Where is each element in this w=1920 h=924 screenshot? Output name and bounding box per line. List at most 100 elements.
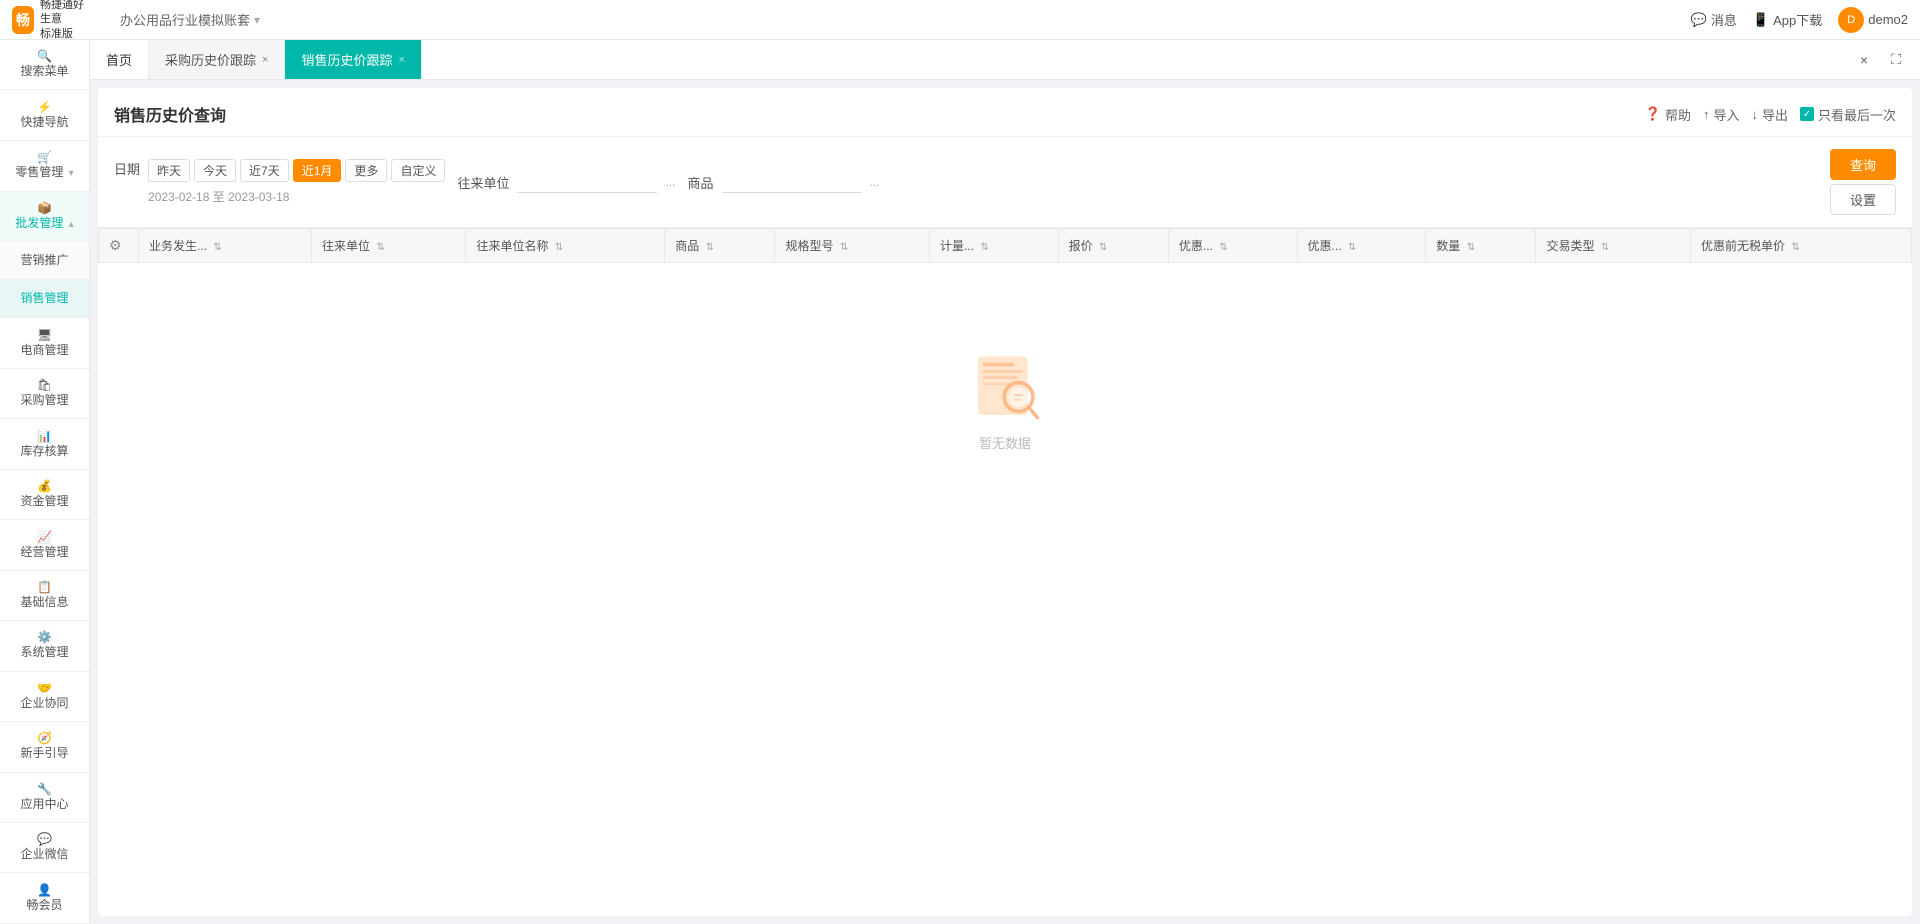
sidebar-item-system[interactable]: ⚙️ 系统管理 — [0, 621, 89, 671]
sidebar-item-sales-mgmt[interactable]: 销售管理 — [0, 280, 89, 318]
checkbox-icon: ✓ — [1800, 107, 1814, 121]
tab-close-sales[interactable]: × — [398, 54, 404, 66]
settings-button[interactable]: 设置 — [1830, 184, 1896, 215]
sidebar-item-guide[interactable]: 🧭 新手引导 — [0, 722, 89, 772]
goods-dots: ... — [870, 175, 880, 189]
column-settings-btn[interactable]: ⚙ — [109, 237, 122, 254]
sidebar-item-retail[interactable]: 🛒 零售管理 ▾ — [0, 141, 89, 192]
system-icon: ⚙️ — [37, 630, 52, 644]
top-center: 办公用品行业模拟账套 ▾ — [100, 10, 280, 29]
content-area: 首页 采购历史价跟踪 × 销售历史价跟踪 × × ⛶ 销售历史价查询 — [90, 40, 1920, 924]
th-unit: 计量... ⇅ — [929, 229, 1058, 263]
sort-icon-quote[interactable]: ⇅ — [1099, 242, 1107, 253]
data-table: ⚙ 业务发生... ⇅ 往来单位 ⇅ 往来单位名称 — [98, 228, 1912, 532]
sort-icon-partner-name[interactable]: ⇅ — [555, 242, 563, 253]
quick-icon: ⚡ — [37, 100, 52, 114]
sidebar-item-marketing[interactable]: 营销推广 — [0, 242, 89, 280]
sort-icon-partner-code[interactable]: ⇅ — [376, 242, 384, 253]
message-btn[interactable]: 💬 消息 — [1691, 10, 1737, 29]
dropdown-icon[interactable]: ▾ — [254, 13, 260, 27]
search-icon: 🔍 — [37, 49, 52, 63]
sidebar-item-operations[interactable]: 📈 经营管理 — [0, 520, 89, 570]
main-layout: 🔍 搜索菜单 ⚡ 快捷导航 🛒 零售管理 ▾ 📦 批发管理 ▴ 营销推广 销售管… — [0, 40, 1920, 924]
date-range-text: 2023-02-18 至 2023-03-18 — [148, 188, 445, 205]
th-settings: ⚙ — [99, 229, 139, 263]
current-module-label: 办公用品行业模拟账套 — [120, 10, 250, 29]
goods-label: 商品 — [687, 173, 713, 192]
date-1month-btn[interactable]: 近1月 — [293, 159, 342, 182]
date-7days-btn[interactable]: 近7天 — [240, 159, 289, 182]
retail-icon: 🛒 — [37, 150, 52, 164]
sidebar-item-finance[interactable]: 💰 资金管理 — [0, 470, 89, 520]
query-button[interactable]: 查询 — [1830, 149, 1896, 180]
page-content: 销售历史价查询 ❓ 帮助 ↑ 导入 ↓ 导出 ✓ — [98, 88, 1912, 916]
goods-input[interactable] — [722, 171, 862, 193]
sort-icon-spec[interactable]: ⇅ — [840, 242, 848, 253]
date-today-btn[interactable]: 今天 — [194, 159, 236, 182]
partner-filter-group: 往来单位 ... — [457, 171, 675, 193]
partner-input[interactable] — [517, 171, 657, 193]
date-more-btn[interactable]: 更多 — [345, 159, 387, 182]
tab-close-purchase[interactable]: × — [262, 54, 268, 66]
empty-row: 暂无数据 — [99, 263, 1912, 533]
sidebar-item-basic[interactable]: 📋 基础信息 — [0, 571, 89, 621]
purchase-icon: 🛍 — [37, 378, 52, 392]
logo-text: 畅捷通好生意 标准版 — [40, 0, 92, 41]
th-partner-name: 往来单位名称 ⇅ — [466, 229, 665, 263]
sidebar: 🔍 搜索菜单 ⚡ 快捷导航 🛒 零售管理 ▾ 📦 批发管理 ▴ 营销推广 销售管… — [0, 40, 90, 924]
sort-icon-business-date[interactable]: ⇅ — [213, 242, 221, 253]
table-body: 暂无数据 — [99, 263, 1912, 533]
sort-icon-unit[interactable]: ⇅ — [980, 242, 988, 253]
tab-bar: 首页 采购历史价跟踪 × 销售历史价跟踪 × × ⛶ — [90, 40, 1920, 80]
th-partner-code: 往来单位 ⇅ — [311, 229, 466, 263]
app-download-btn[interactable]: 📱 App下载 — [1753, 10, 1822, 29]
sort-icon-discount2[interactable]: ⇅ — [1348, 242, 1356, 253]
basic-icon: 📋 — [37, 580, 52, 594]
only-last-checkbox[interactable]: ✓ 只看最后一次 — [1800, 105, 1896, 124]
table-container: ⚙ 业务发生... ⇅ 往来单位 ⇅ 往来单位名称 — [98, 228, 1912, 532]
apps-icon: 🔧 — [37, 782, 52, 796]
sort-icon-trade-type[interactable]: ⇅ — [1601, 242, 1609, 253]
sidebar-item-search[interactable]: 🔍 搜索菜单 — [0, 40, 89, 90]
date-custom-btn[interactable]: 自定义 — [391, 159, 445, 182]
sort-icon-quantity[interactable]: ⇅ — [1467, 242, 1475, 253]
sidebar-item-cooperation[interactable]: 🤝 企业协同 — [0, 672, 89, 722]
th-discount2: 优惠... ⇅ — [1297, 229, 1426, 263]
date-filter-group: 日期 昨天 今天 近7天 近1月 更多 自定义 2023-02-18 至 202… — [114, 159, 445, 205]
sidebar-item-apps[interactable]: 🔧 应用中心 — [0, 773, 89, 823]
chevron-down-icon: ▾ — [69, 168, 74, 179]
help-btn[interactable]: ❓ 帮助 — [1645, 105, 1691, 124]
tab-purchase[interactable]: 采购历史价跟踪 × — [149, 40, 285, 79]
th-quote: 报价 ⇅ — [1058, 229, 1168, 263]
tab-fullscreen-btn[interactable]: ⛶ — [1884, 48, 1908, 72]
tab-close-all-btn[interactable]: × — [1852, 48, 1876, 72]
th-business-date: 业务发生... ⇅ — [139, 229, 312, 263]
inventory-icon: 📊 — [37, 429, 52, 443]
help-icon: ❓ — [1645, 106, 1661, 122]
sort-icon-pre-tax-price[interactable]: ⇅ — [1791, 242, 1799, 253]
wholesale-icon: 📦 — [37, 201, 52, 215]
top-bar: 畅 畅捷通好生意 标准版 办公用品行业模拟账套 ▾ 💬 消息 📱 App下载 D… — [0, 0, 1920, 40]
sort-icon-discount1[interactable]: ⇅ — [1219, 242, 1227, 253]
wechat-icon: 💬 — [37, 832, 52, 846]
sidebar-item-wechat[interactable]: 💬 企业微信 — [0, 823, 89, 873]
sidebar-item-ecommerce[interactable]: 🖥 电商管理 — [0, 318, 89, 368]
sidebar-item-member[interactable]: 👤 畅会员 — [0, 873, 89, 923]
sidebar-item-quick[interactable]: ⚡ 快捷导航 — [0, 90, 89, 140]
th-spec: 规格型号 ⇅ — [775, 229, 930, 263]
date-yesterday-btn[interactable]: 昨天 — [148, 159, 190, 182]
user-menu[interactable]: D demo2 — [1838, 7, 1908, 33]
sidebar-item-purchase[interactable]: 🛍 采购管理 — [0, 369, 89, 419]
tab-sales[interactable]: 销售历史价跟踪 × — [285, 40, 421, 79]
th-discount1: 优惠... ⇅ — [1168, 229, 1297, 263]
sidebar-item-inventory[interactable]: 📊 库存核算 — [0, 419, 89, 469]
top-bar-left: 畅 畅捷通好生意 标准版 办公用品行业模拟账套 ▾ — [12, 0, 280, 41]
export-btn[interactable]: ↓ 导出 — [1751, 105, 1788, 124]
sort-icon-goods[interactable]: ⇅ — [706, 242, 714, 253]
download-icon: 📱 — [1753, 12, 1769, 28]
partner-dots: ... — [665, 175, 675, 189]
sidebar-item-wholesale[interactable]: 📦 批发管理 ▴ — [0, 192, 89, 243]
import-btn[interactable]: ↑ 导入 — [1703, 105, 1740, 124]
tab-home[interactable]: 首页 — [90, 40, 149, 79]
logo-area: 畅 畅捷通好生意 标准版 — [12, 0, 92, 41]
